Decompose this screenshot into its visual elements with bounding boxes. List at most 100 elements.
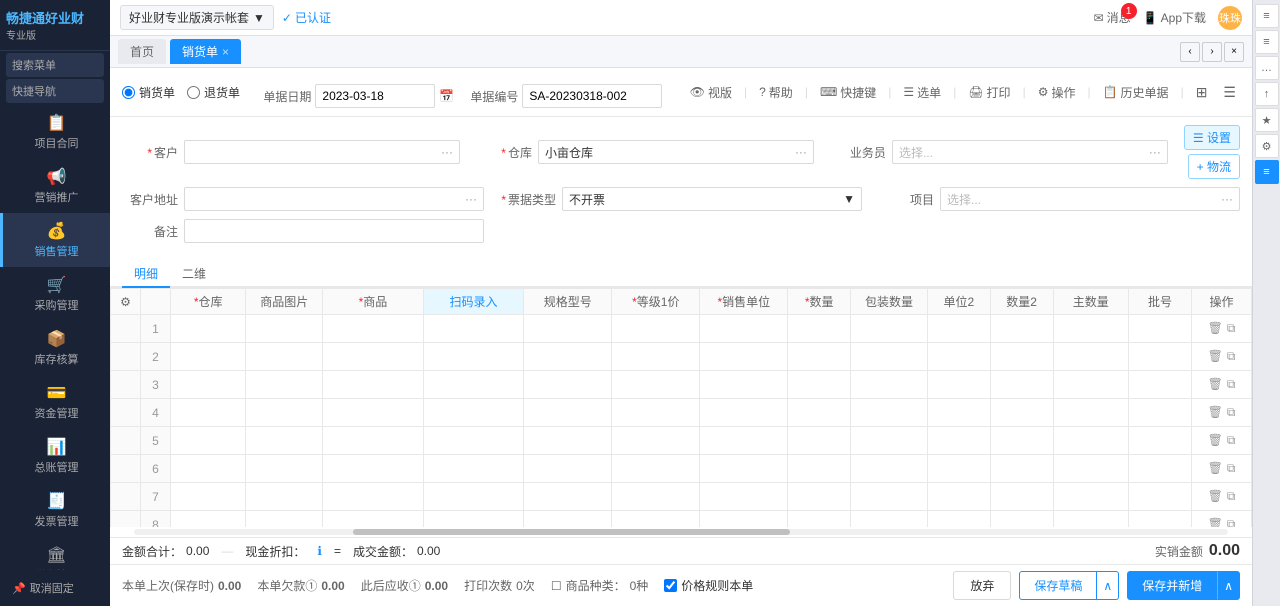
sidebar-item-project[interactable]: 📋 项目合同 xyxy=(0,105,110,159)
row-copy-icon-5[interactable]: ⧉ xyxy=(1227,433,1236,448)
row-price1-4[interactable] xyxy=(612,399,700,427)
row-qty2-5[interactable] xyxy=(990,427,1053,455)
row-price1-5[interactable] xyxy=(612,427,700,455)
history-button[interactable]: 📋 历史单据 xyxy=(1099,82,1173,103)
right-panel-btn5[interactable]: ★ xyxy=(1255,108,1279,132)
row-spec-4[interactable] xyxy=(524,399,612,427)
view-list-button[interactable]: ☰ xyxy=(1219,82,1240,103)
row-batch-3[interactable] xyxy=(1129,371,1192,399)
row-image-1[interactable] xyxy=(246,315,323,343)
hint-icon[interactable]: ℹ xyxy=(317,544,322,558)
row-warehouse-3[interactable] xyxy=(171,371,246,399)
row-spec-5[interactable] xyxy=(524,427,612,455)
row-qty2-2[interactable] xyxy=(990,343,1053,371)
select-order-button[interactable]: ☰ 选单 xyxy=(899,82,945,103)
row-pack-qty-7[interactable] xyxy=(851,483,928,511)
row-main-qty-3[interactable] xyxy=(1053,371,1128,399)
row-barcode-8[interactable] xyxy=(423,511,524,528)
row-unit2-2[interactable] xyxy=(927,343,990,371)
row-sale-unit-8[interactable] xyxy=(700,511,788,528)
row-barcode-3[interactable] xyxy=(423,371,524,399)
row-spec-3[interactable] xyxy=(524,371,612,399)
row-image-4[interactable] xyxy=(246,399,323,427)
row-quantity-7[interactable] xyxy=(788,483,851,511)
row-unit2-3[interactable] xyxy=(927,371,990,399)
row-batch-6[interactable] xyxy=(1129,455,1192,483)
sidebar-item-purchase[interactable]: 🛒 采购管理 xyxy=(0,267,110,321)
radio-sale-order[interactable]: 销货单 xyxy=(122,84,175,101)
sidebar-item-invoice[interactable]: 🧾 发票管理 xyxy=(0,483,110,537)
row-copy-icon-4[interactable]: ⧉ xyxy=(1227,405,1236,420)
row-batch-2[interactable] xyxy=(1129,343,1192,371)
row-main-qty-7[interactable] xyxy=(1053,483,1128,511)
row-warehouse-7[interactable] xyxy=(171,483,246,511)
row-spec-7[interactable] xyxy=(524,483,612,511)
row-pack-qty-2[interactable] xyxy=(851,343,928,371)
logistics-button[interactable]: + 物流 xyxy=(1188,154,1240,179)
row-unit2-1[interactable] xyxy=(927,315,990,343)
settings-button[interactable]: ☰ 设置 xyxy=(1184,125,1240,150)
radio-sale-input[interactable] xyxy=(122,86,135,99)
row-pack-qty-6[interactable] xyxy=(851,455,928,483)
tab-2d[interactable]: 二维 xyxy=(170,261,218,288)
calendar-icon[interactable]: 📅 xyxy=(439,89,454,103)
warehouse-input[interactable]: 小亩仓库 ··· xyxy=(538,140,814,164)
row-pack-qty-5[interactable] xyxy=(851,427,928,455)
warehouse-more-btn[interactable]: ··· xyxy=(795,145,807,159)
right-panel-btn1[interactable]: ≡ xyxy=(1255,4,1279,28)
tab-prev-button[interactable]: ‹ xyxy=(1180,42,1200,62)
row-warehouse-2[interactable] xyxy=(171,343,246,371)
row-warehouse-1[interactable] xyxy=(171,315,246,343)
order-num-input[interactable] xyxy=(522,84,662,108)
help-button[interactable]: ? 帮助 xyxy=(755,82,797,103)
user-avatar[interactable]: 珠珠 xyxy=(1218,6,1242,30)
row-goods-7[interactable] xyxy=(323,483,424,511)
row-barcode-5[interactable] xyxy=(423,427,524,455)
message-button[interactable]: ✉ 消息 1 xyxy=(1094,9,1131,26)
customer-input[interactable]: ··· xyxy=(184,140,460,164)
row-image-5[interactable] xyxy=(246,427,323,455)
row-quantity-6[interactable] xyxy=(788,455,851,483)
row-price1-6[interactable] xyxy=(612,455,700,483)
view-table-button[interactable]: ⊞ xyxy=(1192,82,1212,103)
sidebar-item-inventory[interactable]: 📦 库存核算 xyxy=(0,321,110,375)
row-goods-4[interactable] xyxy=(323,399,424,427)
row-sale-unit-7[interactable] xyxy=(700,483,788,511)
sidebar-item-ledger[interactable]: 📊 总账管理 xyxy=(0,429,110,483)
customer-more-btn[interactable]: ··· xyxy=(441,145,453,159)
row-unit2-5[interactable] xyxy=(927,427,990,455)
row-price1-8[interactable] xyxy=(612,511,700,528)
row-delete-icon-1[interactable]: 🗑 xyxy=(1208,321,1223,336)
quick-nav-button[interactable]: 快捷导航 xyxy=(6,79,104,103)
row-main-qty-1[interactable] xyxy=(1053,315,1128,343)
row-image-7[interactable] xyxy=(246,483,323,511)
save-draft-dropdown[interactable]: ∧ xyxy=(1097,571,1119,600)
company-selector[interactable]: 好业财专业版演示帐套 ▼ xyxy=(120,5,274,30)
row-spec-1[interactable] xyxy=(524,315,612,343)
row-image-6[interactable] xyxy=(246,455,323,483)
right-panel-btn7[interactable]: ≡ xyxy=(1255,160,1279,184)
row-barcode-7[interactable] xyxy=(423,483,524,511)
row-delete-icon-4[interactable]: 🗑 xyxy=(1208,405,1223,420)
tab-sale-order[interactable]: 销货单 × xyxy=(170,39,241,64)
row-delete-icon-6[interactable]: 🗑 xyxy=(1208,461,1223,476)
row-copy-icon-3[interactable]: ⧉ xyxy=(1227,377,1236,392)
sidebar-item-marketing[interactable]: 📢 营销推广 xyxy=(0,159,110,213)
invoice-select[interactable]: 不开票 ▼ xyxy=(562,187,862,211)
row-quantity-5[interactable] xyxy=(788,427,851,455)
discard-button[interactable]: 放弃 xyxy=(953,571,1011,600)
tab-close-icon[interactable]: × xyxy=(222,45,229,59)
row-spec-8[interactable] xyxy=(524,511,612,528)
row-main-qty-6[interactable] xyxy=(1053,455,1128,483)
save-new-button[interactable]: 保存并新增 xyxy=(1127,571,1217,600)
horizontal-scrollbar[interactable] xyxy=(134,529,1228,535)
row-price1-2[interactable] xyxy=(612,343,700,371)
row-qty2-4[interactable] xyxy=(990,399,1053,427)
row-warehouse-8[interactable] xyxy=(171,511,246,528)
row-qty2-1[interactable] xyxy=(990,315,1053,343)
row-goods-5[interactable] xyxy=(323,427,424,455)
address-input[interactable]: ··· xyxy=(184,187,484,211)
row-quantity-1[interactable] xyxy=(788,315,851,343)
preview-button[interactable]: 👁 视版 xyxy=(686,82,736,103)
row-copy-icon-6[interactable]: ⧉ xyxy=(1227,461,1236,476)
